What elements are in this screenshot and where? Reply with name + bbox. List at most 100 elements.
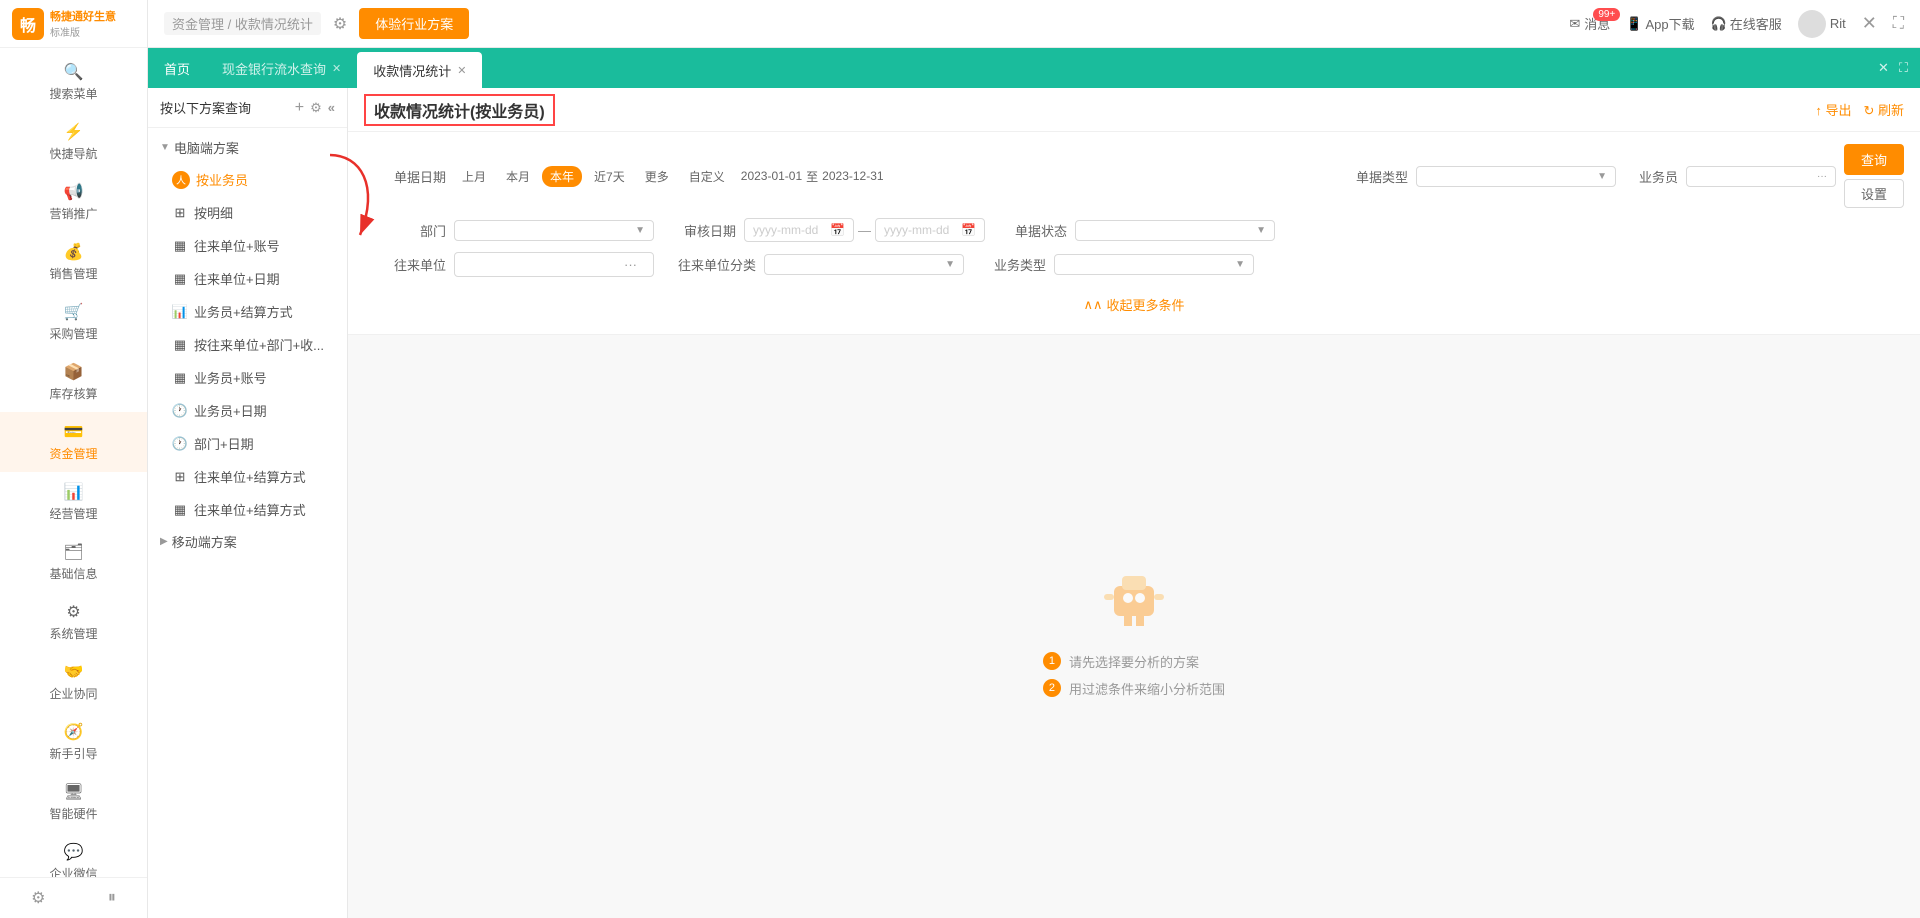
empty-area: 1 请先选择要分析的方案 2 用过滤条件来缩小分析范围 bbox=[348, 335, 1920, 918]
window-expand-icon[interactable]: ⛶ bbox=[1899, 60, 1908, 76]
refresh-button[interactable]: ↻ 刷新 bbox=[1863, 100, 1904, 119]
sidebar-item-inventory[interactable]: 📦 库存核算 bbox=[0, 352, 147, 412]
tab-home-label: 首页 bbox=[164, 59, 190, 78]
sidebar-item-system[interactable]: ⚙ 系统管理 bbox=[0, 592, 147, 652]
counterpart-category-select[interactable]: ▼ bbox=[764, 254, 964, 275]
message-area[interactable]: ✉ 消息 99+ bbox=[1569, 14, 1610, 33]
query-button[interactable]: 查询 bbox=[1844, 144, 1904, 175]
tip2-number: 2 bbox=[1043, 679, 1061, 697]
supplier-payment2-icon: ▦ bbox=[172, 502, 188, 518]
online-service[interactable]: 🎧 在线客服 bbox=[1711, 14, 1782, 33]
sidebar-item-enterprise[interactable]: 🤝 企业协同 bbox=[0, 652, 147, 712]
date-tab-more[interactable]: 更多 bbox=[637, 166, 677, 187]
settings-button[interactable]: ⚙ bbox=[333, 14, 347, 34]
supplier-dept-icon: ▦ bbox=[172, 337, 188, 353]
date-tabs: 上月 本月 本年 近7天 更多 自定义 bbox=[454, 166, 733, 187]
voucher-type-arrow: ▼ bbox=[1597, 171, 1607, 182]
add-scheme-button[interactable]: + bbox=[295, 99, 304, 117]
date-tab-7days[interactable]: 近7天 bbox=[586, 166, 633, 187]
counterpart-label: 往来单位 bbox=[364, 255, 454, 274]
app-download[interactable]: 📱 App下载 bbox=[1626, 14, 1694, 33]
date-tab-this-year[interactable]: 本年 bbox=[542, 166, 582, 187]
sales-icon: 💰 bbox=[64, 242, 84, 262]
business-type-select[interactable]: ▼ bbox=[1054, 254, 1254, 275]
window-close-icon[interactable]: ✕ bbox=[1862, 13, 1877, 34]
salesperson-select[interactable]: ··· bbox=[1686, 166, 1836, 187]
avatar bbox=[1798, 10, 1826, 38]
voucher-type-select[interactable]: ▼ bbox=[1416, 166, 1616, 187]
sidebar-item-guide[interactable]: 🧭 新手引导 bbox=[0, 712, 147, 772]
basics-icon: 🗂 bbox=[64, 542, 84, 562]
sidebar-item-operations[interactable]: 📊 经营管理 bbox=[0, 472, 147, 532]
tree-section-desktop-header[interactable]: ▼ 电脑端方案 bbox=[148, 132, 347, 163]
tree-item-supplier-payment1[interactable]: ⊞ 往来单位+结算方式 bbox=[148, 460, 347, 493]
enterprise-icon: 🤝 bbox=[64, 662, 84, 682]
tree-item-supplier-date[interactable]: ▦ 往来单位+日期 bbox=[148, 262, 347, 295]
tree-item-supplier-payment2[interactable]: ▦ 往来单位+结算方式 bbox=[148, 493, 347, 526]
collapse-panel-icon[interactable]: « bbox=[328, 100, 335, 115]
scheme-tree: ▼ 电脑端方案 人 按业务员 ⊞ 按明细 ▦ 往来单位+账号 bbox=[148, 128, 347, 561]
tab-bar: 首页 现金银行流水查询 ✕ 收款情况统计 ✕ ✕ ⛶ bbox=[148, 48, 1920, 88]
date-tab-last-month[interactable]: 上月 bbox=[454, 166, 494, 187]
panel-icons: + ⚙ « bbox=[295, 99, 335, 117]
scheme-settings-icon[interactable]: ⚙ bbox=[310, 100, 322, 116]
tree-item-dept-date[interactable]: 🕐 部门+日期 bbox=[148, 427, 347, 460]
counterpart-more-icon: ··· bbox=[616, 257, 645, 272]
sidebar-item-hardware[interactable]: 🖥 智能硬件 bbox=[0, 772, 147, 832]
dept-arrow: ▼ bbox=[635, 225, 645, 236]
user-area[interactable]: Rit bbox=[1798, 10, 1846, 38]
sidebar-item-basics[interactable]: 🗂 基础信息 bbox=[0, 532, 147, 592]
sidebar-item-fund[interactable]: 💳 资金管理 bbox=[0, 412, 147, 472]
sidebar-navigation: 🔍 搜索菜单 ⚡ 快捷导航 📢 营销推广 💰 销售管理 🛒 采购管理 📦 库存核… bbox=[0, 48, 147, 877]
voucher-status-label: 单据状态 bbox=[1005, 221, 1075, 240]
sidebar: 畅 畅捷通好生意 标准版 🔍 搜索菜单 ⚡ 快捷导航 📢 营销推广 💰 销售管理… bbox=[0, 0, 148, 918]
tree-item-by-detail[interactable]: ⊞ 按明细 bbox=[148, 196, 347, 229]
breadcrumb: 资金管理 / 收款情况统计 bbox=[164, 12, 321, 35]
tab-home[interactable]: 首页 bbox=[148, 48, 206, 88]
tree-item-supplier-account[interactable]: ▦ 往来单位+账号 bbox=[148, 229, 347, 262]
review-date-to[interactable]: yyyy-mm-dd 📅 bbox=[875, 218, 985, 242]
sidebar-item-search[interactable]: 🔍 搜索菜单 bbox=[0, 52, 147, 112]
tab-collection-close[interactable]: ✕ bbox=[457, 64, 466, 77]
collapse-button[interactable]: ∧∧ 收起更多条件 bbox=[1075, 287, 1192, 322]
sidebar-item-marketing[interactable]: 📢 营销推广 bbox=[0, 172, 147, 232]
review-date-from[interactable]: yyyy-mm-dd 📅 bbox=[744, 218, 854, 242]
tree-item-by-salesperson[interactable]: 人 按业务员 bbox=[148, 163, 347, 196]
date-tab-this-month[interactable]: 本月 bbox=[498, 166, 538, 187]
sidebar-item-purchase[interactable]: 🛒 采购管理 bbox=[0, 292, 147, 352]
panel-title: 按以下方案查询 bbox=[160, 98, 251, 117]
dept-select[interactable]: ▼ bbox=[454, 220, 654, 241]
window-maximize-icon[interactable]: ⛶ bbox=[1893, 15, 1904, 33]
guide-icon: 🧭 bbox=[64, 722, 84, 742]
hardware-icon: 🖥 bbox=[64, 782, 84, 802]
tree-item-salesperson-account[interactable]: ▦ 业务员+账号 bbox=[148, 361, 347, 394]
sidebar-bottom: ⚙ ⏸ bbox=[0, 877, 147, 918]
fund-icon: 💳 bbox=[64, 422, 84, 442]
window-x-icon[interactable]: ✕ bbox=[1878, 60, 1889, 76]
empty-tip-2: 2 用过滤条件来缩小分析范围 bbox=[1043, 679, 1225, 698]
tree-section-desktop: ▼ 电脑端方案 人 按业务员 ⊞ 按明细 ▦ 往来单位+账号 bbox=[148, 132, 347, 526]
collapse-sidebar-icon[interactable]: ⏸ bbox=[108, 889, 116, 907]
tree-item-supplier-dept[interactable]: ▦ 按往来单位+部门+收... bbox=[148, 328, 347, 361]
tab-bank-flow[interactable]: 现金银行流水查询 ✕ bbox=[206, 48, 357, 88]
counterpart-select[interactable]: ··· bbox=[454, 252, 654, 277]
set-button[interactable]: 设置 bbox=[1844, 179, 1904, 208]
voucher-status-select[interactable]: ▼ bbox=[1075, 220, 1275, 241]
settings-bottom-icon[interactable]: ⚙ bbox=[31, 888, 45, 908]
tab-collection[interactable]: 收款情况统计 ✕ bbox=[357, 52, 482, 88]
empty-tips: 1 请先选择要分析的方案 2 用过滤条件来缩小分析范围 bbox=[1043, 652, 1225, 698]
page-header: 收款情况统计(按业务员) ↑ 导出 ↻ 刷新 bbox=[348, 88, 1920, 132]
sidebar-item-sales[interactable]: 💰 销售管理 bbox=[0, 232, 147, 292]
sidebar-item-wechat[interactable]: 💬 企业微信 bbox=[0, 832, 147, 877]
sidebar-item-quick-nav[interactable]: ⚡ 快捷导航 bbox=[0, 112, 147, 172]
logo-area: 畅 畅捷通好生意 标准版 bbox=[0, 0, 147, 48]
tree-item-salesperson-payment[interactable]: 📊 业务员+结算方式 bbox=[148, 295, 347, 328]
tree-item-salesperson-date[interactable]: 🕐 业务员+日期 bbox=[148, 394, 347, 427]
refresh-icon: ↻ bbox=[1863, 103, 1874, 118]
export-button[interactable]: ↑ 导出 bbox=[1815, 100, 1851, 119]
left-panel-header: 按以下方案查询 + ⚙ « bbox=[148, 88, 347, 128]
date-tab-custom[interactable]: 自定义 bbox=[681, 166, 733, 187]
tab-bank-flow-close[interactable]: ✕ bbox=[332, 62, 341, 75]
scheme-button[interactable]: 体验行业方案 bbox=[359, 8, 469, 39]
tree-section-mobile-header[interactable]: ▶ 移动端方案 bbox=[148, 526, 347, 557]
